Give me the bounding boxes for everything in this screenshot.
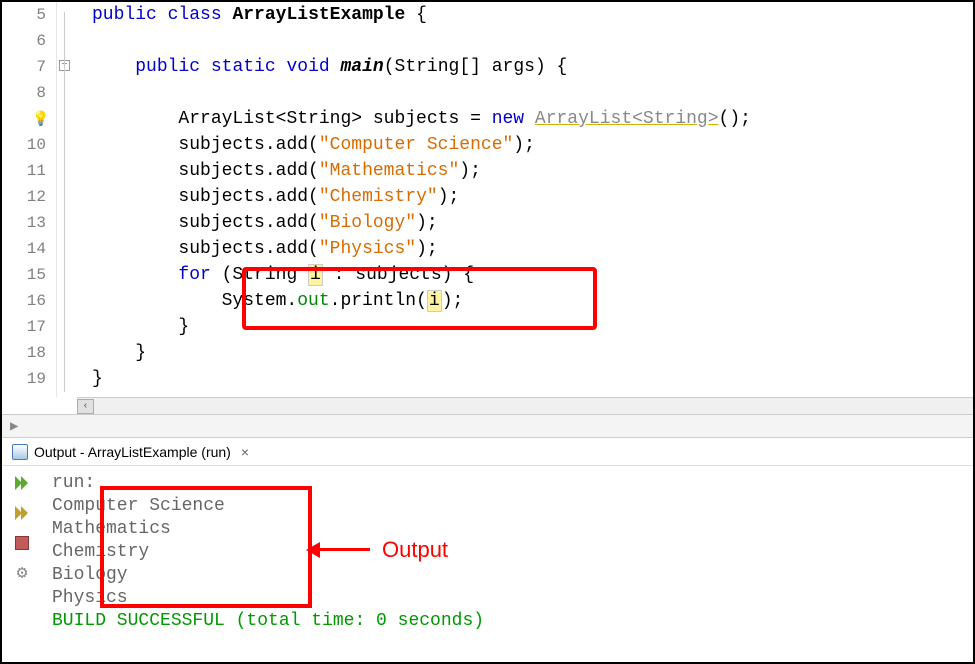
code-line: for (String i : subjects) { [92, 262, 973, 288]
code-line: } [92, 314, 973, 340]
output-console[interactable]: run: Computer Science Mathematics Chemis… [42, 466, 973, 636]
rerun-button[interactable] [11, 472, 33, 494]
line-number: 11 [2, 158, 56, 184]
console-line: Chemistry [52, 541, 963, 564]
code-line: subjects.add("Physics"); [92, 236, 973, 262]
code-line: subjects.add("Computer Science"); [92, 132, 973, 158]
line-number: 6 [2, 28, 56, 54]
code-line: subjects.add("Mathematics"); [92, 158, 973, 184]
lightbulb-icon[interactable]: 💡 [32, 111, 49, 128]
output-toolbar: ⚙ [2, 466, 42, 636]
output-window-icon [12, 444, 28, 460]
line-number: 19 [2, 366, 56, 392]
stop-button[interactable] [11, 532, 33, 554]
code-line: subjects.add("Biology"); [92, 210, 973, 236]
code-line: } [92, 340, 973, 366]
fold-column: − [57, 2, 77, 397]
settings-icon[interactable]: ⚙ [11, 562, 33, 584]
line-number: 16 [2, 288, 56, 314]
code-line [92, 28, 973, 54]
run-button[interactable] [11, 502, 33, 524]
chevron-right-icon[interactable]: ▶ [10, 418, 18, 435]
code-text-area[interactable]: public class ArrayListExample { public s… [77, 2, 973, 397]
console-line: Computer Science [52, 495, 963, 518]
code-line: public class ArrayListExample { [92, 2, 973, 28]
fold-guide [64, 12, 65, 392]
horizontal-scrollbar[interactable]: ‹ [77, 397, 973, 414]
close-icon[interactable]: × [241, 444, 249, 460]
console-line: Physics [52, 587, 963, 610]
code-line: subjects.add("Chemistry"); [92, 184, 973, 210]
console-line: Mathematics [52, 518, 963, 541]
line-number: 18 [2, 340, 56, 366]
line-number-gutter: 5 6 7 8 💡 10 11 12 13 14 15 16 17 18 19 [2, 2, 57, 397]
output-tab[interactable]: Output - ArrayListExample (run) × [8, 442, 253, 462]
output-tab-title: Output - ArrayListExample (run) [34, 444, 231, 460]
code-line: public static void main(String[] args) { [92, 54, 973, 80]
code-editor[interactable]: 5 6 7 8 💡 10 11 12 13 14 15 16 17 18 19 … [2, 2, 973, 397]
line-number: 💡 [2, 106, 56, 132]
line-number: 14 [2, 236, 56, 262]
code-line: ArrayList<String> subjects = new ArrayLi… [92, 106, 973, 132]
build-status-line: BUILD SUCCESSFUL (total time: 0 seconds) [52, 610, 963, 633]
line-number: 12 [2, 184, 56, 210]
line-number: 17 [2, 314, 56, 340]
line-number: 15 [2, 262, 56, 288]
line-number: 10 [2, 132, 56, 158]
code-line: System.out.println(i); [92, 288, 973, 314]
line-number: 13 [2, 210, 56, 236]
line-number: 8 [2, 80, 56, 106]
code-line [92, 80, 973, 106]
console-line: run: [52, 472, 963, 495]
output-panel: Output - ArrayListExample (run) × ⚙ run:… [2, 438, 973, 636]
output-tab-bar: Output - ArrayListExample (run) × [2, 438, 973, 466]
navigator-bar[interactable]: ▶ [2, 414, 973, 438]
console-line: Biology [52, 564, 963, 587]
scroll-left-icon[interactable]: ‹ [77, 399, 94, 414]
line-number: 7 [2, 54, 56, 80]
code-line: } [92, 366, 973, 392]
line-number: 5 [2, 2, 56, 28]
